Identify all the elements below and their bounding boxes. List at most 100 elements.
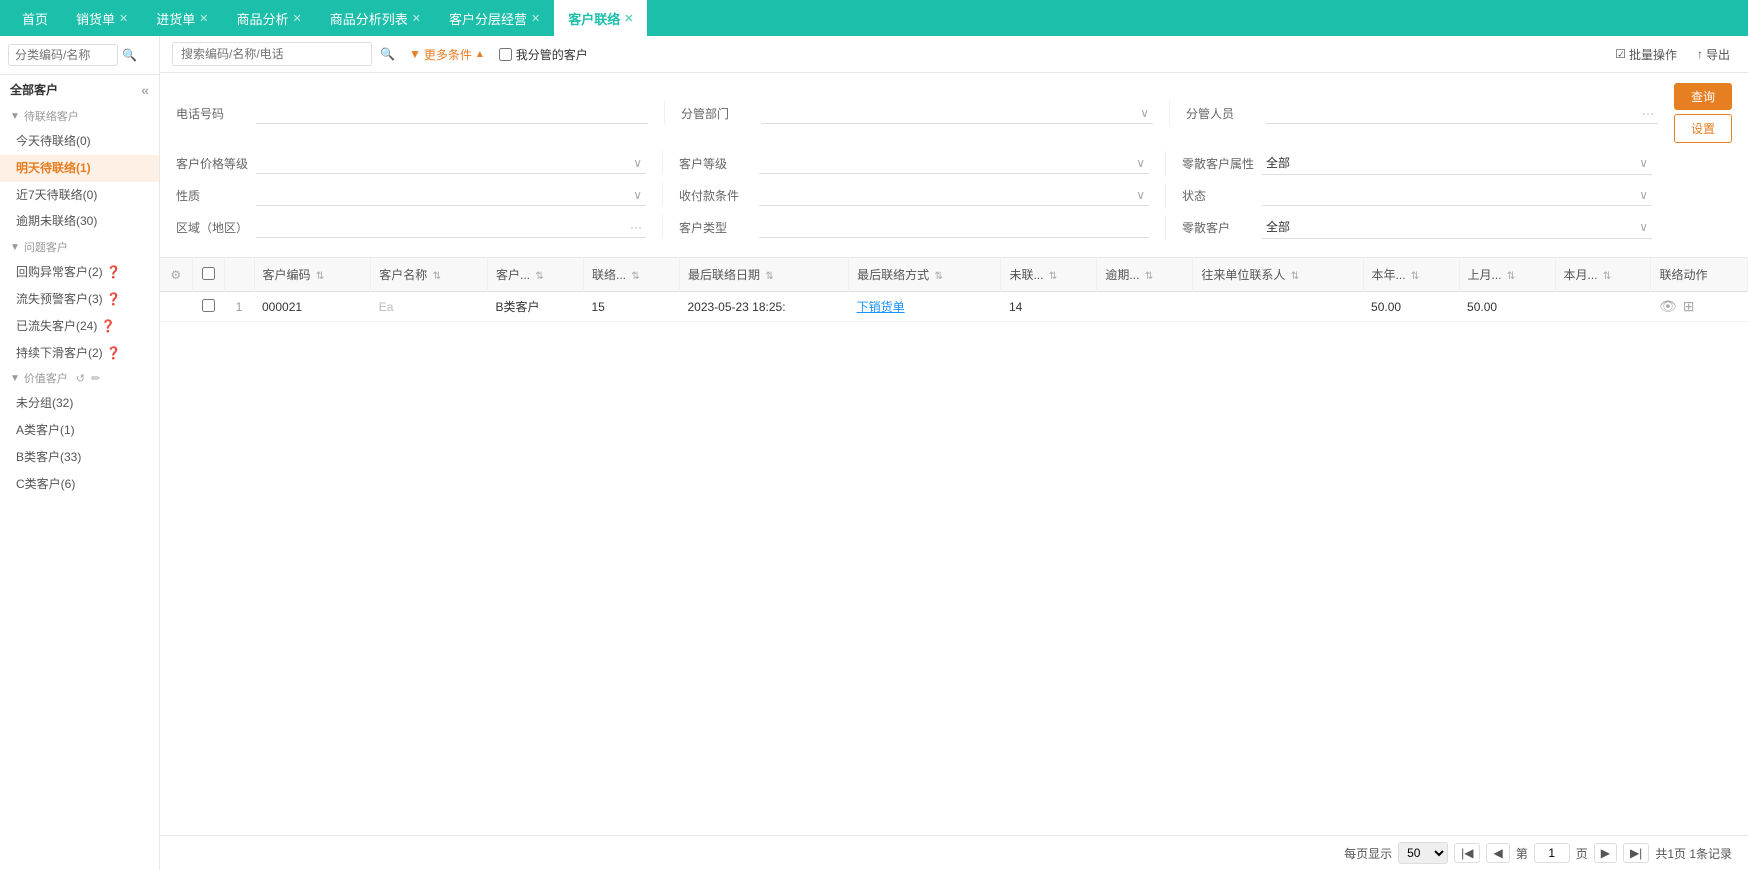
sort-icon-this-year[interactable]: ⇅: [1411, 271, 1419, 282]
sidebar-item-class-c[interactable]: C类客户(6): [0, 471, 159, 498]
filter-customer-type: 客户类型: [679, 217, 1149, 238]
sidebar-all-customers[interactable]: 全部客户 «: [0, 75, 159, 104]
filter-payment-terms: 收付款条件 ∨: [679, 185, 1149, 206]
col-checkbox[interactable]: [192, 258, 224, 292]
nav-close-product-analysis[interactable]: ✕: [293, 12, 302, 25]
nav-purchase-order[interactable]: 进货单 ✕: [142, 0, 222, 36]
sidebar-item-churn-warning[interactable]: 流失预警客户(3) ❓: [0, 286, 159, 313]
filter-payment-terms-select[interactable]: ∨: [759, 185, 1149, 206]
sidebar-item-today-pending[interactable]: 今天待联络(0): [0, 128, 159, 155]
sort-icon-date[interactable]: ⇅: [765, 271, 773, 282]
filter-region-select[interactable]: ···: [256, 217, 646, 238]
sidebar-search-icon[interactable]: 🔍: [122, 48, 137, 62]
sidebar-item-churned[interactable]: 已流失客户(24) ❓: [0, 313, 159, 340]
nav-close-sales-order[interactable]: ✕: [119, 12, 128, 25]
sort-icon-code[interactable]: ⇅: [316, 271, 324, 282]
row-checkbox[interactable]: [192, 292, 224, 322]
sort-icon-this-month[interactable]: ⇅: [1603, 271, 1611, 282]
nav-sales-order[interactable]: 销货单 ✕: [62, 0, 142, 36]
page-input[interactable]: [1534, 843, 1570, 863]
sort-icon-overdue[interactable]: ⇅: [1145, 271, 1153, 282]
nav-customer-stratification[interactable]: 客户分层经营 ✕: [435, 0, 554, 36]
my-customers-checkbox[interactable]: 我分管的客户: [499, 46, 588, 63]
page-size-select[interactable]: 50 100 200: [1398, 842, 1448, 864]
batch-ops-button[interactable]: ☑ 批量操作: [1609, 43, 1683, 66]
col-overdue[interactable]: 逾期... ⇅: [1097, 258, 1193, 292]
select-all-checkbox[interactable]: [202, 267, 215, 280]
nav-home[interactable]: 首页: [8, 0, 62, 36]
sort-icon-related[interactable]: ⇅: [1291, 271, 1299, 282]
setting-button[interactable]: 设置: [1674, 114, 1732, 143]
next-page-button[interactable]: ▶: [1594, 843, 1617, 863]
filter-dept-select[interactable]: ∨: [761, 103, 1153, 124]
filter-manager-select[interactable]: ···: [1266, 103, 1658, 124]
filter-search-icon[interactable]: 🔍: [380, 47, 395, 61]
sidebar-item-class-a[interactable]: A类客户(1): [0, 417, 159, 444]
export-button[interactable]: ↑ 导出: [1691, 43, 1736, 66]
nav-close-customer-stratification[interactable]: ✕: [531, 12, 540, 25]
settings-icon[interactable]: ⚙: [170, 268, 181, 282]
sidebar-group-value[interactable]: ▼ 价值客户 ↺ ✏: [0, 366, 159, 390]
col-this-year[interactable]: 本年... ⇅: [1363, 258, 1459, 292]
sort-icon-last-month[interactable]: ⇅: [1507, 271, 1515, 282]
sidebar-item-unclassified[interactable]: 未分组(32): [0, 390, 159, 417]
nav-close-product-analysis-list[interactable]: ✕: [412, 12, 421, 25]
sidebar-item-tomorrow-pending[interactable]: 明天待联络(1): [0, 155, 159, 182]
nav-product-analysis[interactable]: 商品分析 ✕: [222, 0, 315, 36]
row-contact: 15: [583, 292, 679, 322]
first-page-button[interactable]: |◀: [1454, 843, 1480, 863]
filter-scatter-customer-select[interactable]: 全部 ∨: [1262, 215, 1652, 239]
row-last-contact-method[interactable]: 下销货单: [849, 292, 1001, 322]
sort-icon-contact[interactable]: ⇅: [631, 271, 639, 282]
sort-icon-type[interactable]: ⇅: [535, 271, 543, 282]
row-actions: 👁 ⊞: [1651, 292, 1748, 322]
filter-customer-type-input[interactable]: [759, 217, 1149, 238]
col-no-contact[interactable]: 未联... ⇅: [1001, 258, 1097, 292]
query-button[interactable]: 查询: [1674, 83, 1732, 110]
nav-product-analysis-list[interactable]: 商品分析列表 ✕: [316, 0, 435, 36]
nav-close-purchase-order[interactable]: ✕: [199, 12, 208, 25]
col-customer-type[interactable]: 客户... ⇅: [488, 258, 584, 292]
row-action-eye-icon[interactable]: 👁: [1659, 298, 1677, 315]
row-customer-type: B类客户: [488, 292, 584, 322]
filter-search-input[interactable]: [172, 42, 372, 66]
filter-phone-input[interactable]: [256, 103, 648, 124]
scatter-attr-chevron-icon: ∨: [1639, 156, 1648, 170]
sidebar-item-repurchase-abnormal[interactable]: 回购异常客户(2) ❓: [0, 259, 159, 286]
sidebar-item-7days-pending[interactable]: 近7天待联络(0): [0, 182, 159, 209]
col-this-month[interactable]: 本月... ⇅: [1555, 258, 1651, 292]
filter-scatter-attr: 零散客户属性 全部 ∨: [1182, 151, 1652, 175]
sort-icon-method[interactable]: ⇅: [934, 271, 942, 282]
col-contact[interactable]: 联络... ⇅: [583, 258, 679, 292]
sidebar-group-pending[interactable]: ▼ 待联络客户: [0, 104, 159, 128]
nav-close-customer-contact[interactable]: ✕: [624, 12, 633, 25]
more-conditions-button[interactable]: ▼ 更多条件 ▲: [403, 43, 491, 66]
col-settings[interactable]: ⚙: [160, 258, 192, 292]
sidebar-search-input[interactable]: [8, 44, 118, 66]
nav-customer-contact[interactable]: 客户联络 ✕: [554, 0, 647, 36]
col-last-contact-method[interactable]: 最后联络方式 ⇅: [849, 258, 1001, 292]
filter-customer-level-select[interactable]: ∨: [759, 153, 1149, 174]
sidebar-item-class-b[interactable]: B类客户(33): [0, 444, 159, 471]
filter-nature-select[interactable]: ∨: [256, 185, 646, 206]
col-action: 联络动作: [1651, 258, 1748, 292]
col-customer-code[interactable]: 客户编码 ⇅: [254, 258, 371, 292]
row-action-grid-icon[interactable]: ⊞: [1683, 298, 1695, 315]
sort-icon-no-contact[interactable]: ⇅: [1049, 271, 1057, 282]
prev-page-button[interactable]: ◀: [1486, 843, 1509, 863]
sidebar-item-declining[interactable]: 持续下滑客户(2) ❓: [0, 340, 159, 367]
col-last-month[interactable]: 上月... ⇅: [1459, 258, 1555, 292]
row-customer-name[interactable]: Ea: [371, 292, 488, 322]
filter-scatter-attr-select[interactable]: 全部 ∨: [1262, 151, 1652, 175]
filter-price-level-select[interactable]: ∨: [256, 153, 646, 174]
sidebar: 🔍 全部客户 « ▼ 待联络客户 今天待联络(0) 明天待联络(1) 近7天待联…: [0, 36, 160, 870]
col-last-contact-date[interactable]: 最后联络日期 ⇅: [679, 258, 848, 292]
filter-phone: 电话号码: [176, 103, 648, 124]
col-customer-name[interactable]: 客户名称 ⇅: [371, 258, 488, 292]
col-related-person[interactable]: 往来单位联系人 ⇅: [1193, 258, 1363, 292]
sidebar-group-problem[interactable]: ▼ 问题客户: [0, 235, 159, 259]
last-page-button[interactable]: ▶|: [1623, 843, 1649, 863]
sidebar-item-overdue[interactable]: 逾期未联络(30): [0, 208, 159, 235]
filter-status-select[interactable]: ∨: [1262, 185, 1652, 206]
sort-icon-name[interactable]: ⇅: [433, 271, 441, 282]
